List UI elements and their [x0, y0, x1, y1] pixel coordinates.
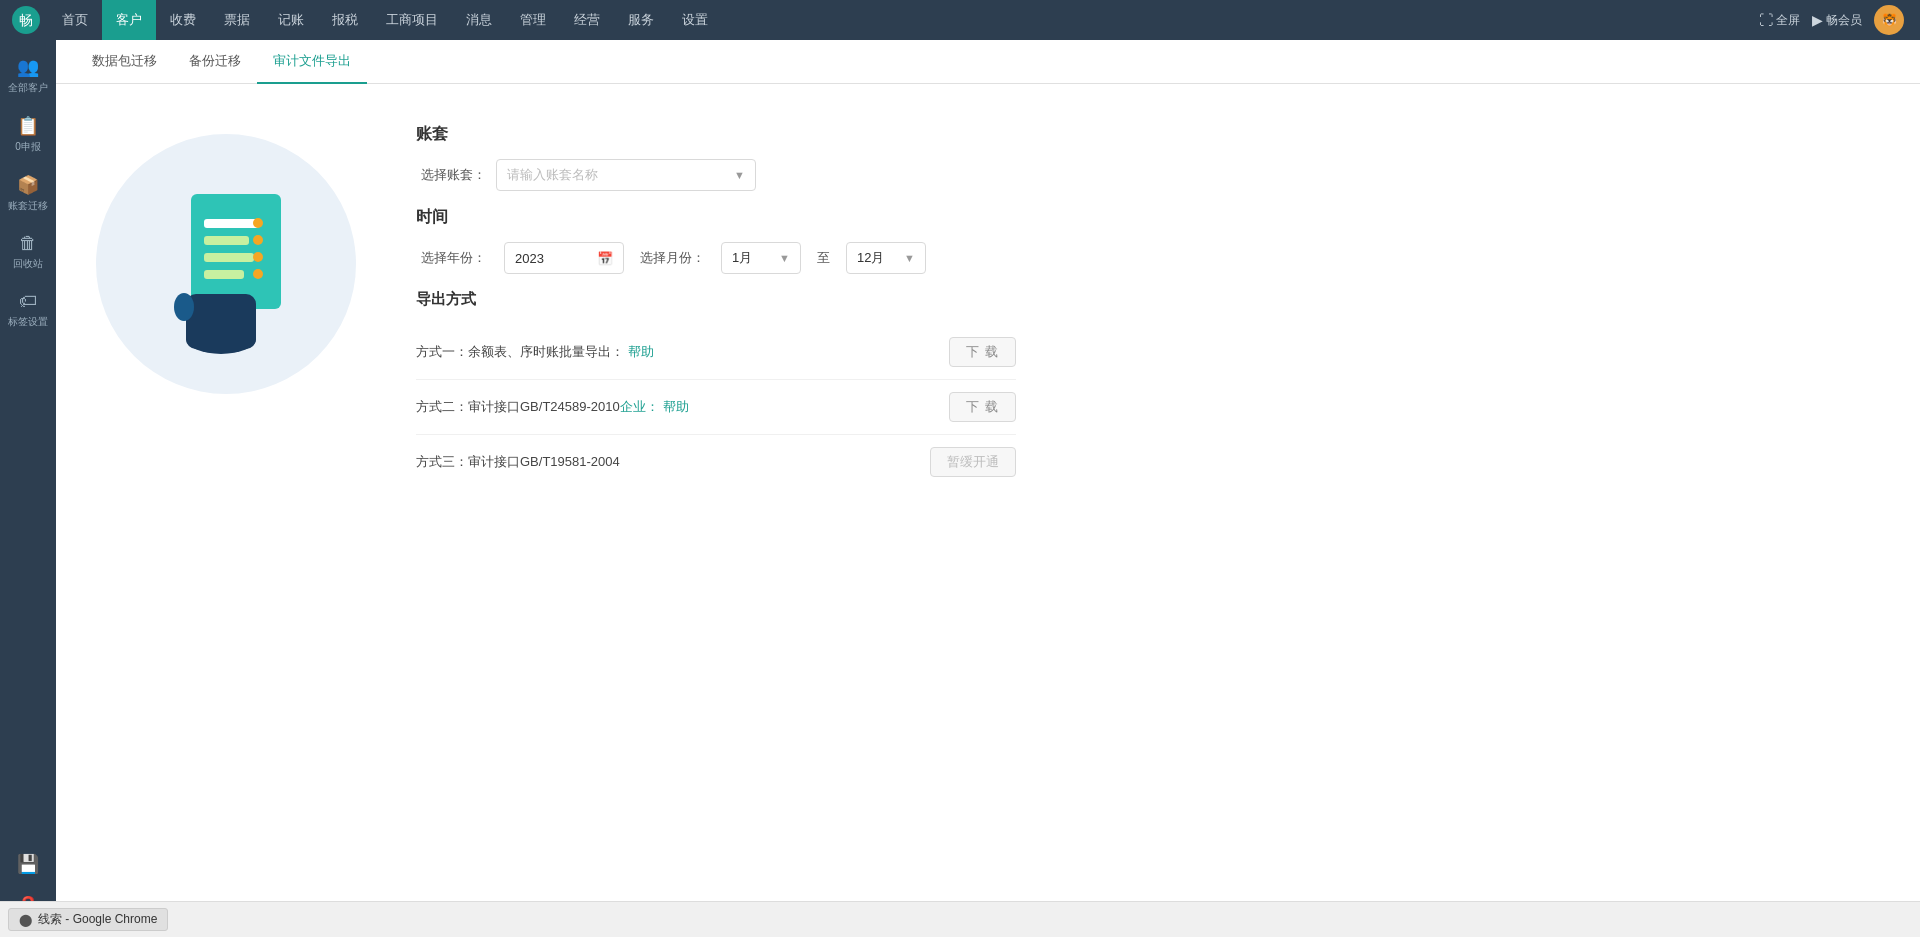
account-select-chevron: ▼	[734, 169, 745, 181]
help-link-1[interactable]: 帮助	[628, 344, 654, 359]
svg-point-8	[253, 235, 263, 245]
svg-rect-5	[204, 253, 254, 262]
section-time-title: 时间	[416, 207, 1016, 228]
nav-fee[interactable]: 收费	[156, 0, 210, 40]
svg-rect-2	[191, 194, 281, 309]
download-button-2[interactable]: 下 载	[949, 392, 1016, 422]
section-export-title: 导出方式	[416, 290, 1016, 309]
taskbar-item-label: 线索 - Google Chrome	[38, 911, 157, 928]
nav-operation[interactable]: 经营	[560, 0, 614, 40]
export-method-1: 方式一：余额表、序时账批量导出：帮助 下 载	[416, 325, 1016, 380]
svg-point-13	[174, 293, 194, 321]
tab-bar: 数据包迁移 备份迁移 审计文件导出	[56, 40, 1920, 84]
illustration-circle	[96, 134, 356, 394]
tab-data-migration[interactable]: 数据包迁移	[76, 40, 173, 84]
export-method-2-text: 方式二：审计接口GB/T24589-2010企业：帮助	[416, 398, 689, 416]
svg-point-10	[253, 269, 263, 279]
account-row: 选择账套： 请输入账套名称 ▼	[416, 159, 1016, 191]
sidebar: 👥 全部客户 📋 0申报 📦 账套迁移 🗑 回收站 🏷 标签设置 💾 ❓	[0, 40, 56, 937]
declare-icon: 📋	[17, 115, 39, 137]
tab-backup-migration[interactable]: 备份迁移	[173, 40, 257, 84]
svg-text:畅: 畅	[19, 13, 33, 28]
month-start-chevron: ▼	[779, 252, 790, 264]
coming-soon-button-3: 暂缓开通	[930, 447, 1016, 477]
sidebar-item-tag-settings[interactable]: 🏷 标签设置	[0, 283, 56, 337]
taskbar: ⬤ 线索 - Google Chrome	[0, 901, 1920, 937]
nav-tax[interactable]: 报税	[318, 0, 372, 40]
sidebar-item-all-customers[interactable]: 👥 全部客户	[0, 48, 56, 103]
recycle-icon: 🗑	[19, 233, 37, 254]
chrome-icon: ⬤	[19, 913, 32, 927]
month-end-value: 12月	[857, 249, 884, 267]
top-navigation: 畅 首页 客户 收费 票据 记账 报税 工商项目 消息 管理 经营 服务 设置 …	[0, 0, 1920, 40]
user-avatar[interactable]: 🐯	[1874, 5, 1904, 35]
taskbar-chrome-item[interactable]: ⬤ 线索 - Google Chrome	[8, 908, 168, 931]
export-method-2: 方式二：审计接口GB/T24589-2010企业：帮助 下 载	[416, 380, 1016, 435]
main-layout: 👥 全部客户 📋 0申报 📦 账套迁移 🗑 回收站 🏷 标签设置 💾 ❓ 数据包…	[0, 40, 1920, 937]
member-button[interactable]: ▶ 畅会员	[1812, 12, 1862, 29]
content-area: 数据包迁移 备份迁移 审计文件导出	[56, 40, 1920, 937]
account-placeholder: 请输入账套名称	[507, 166, 598, 184]
svg-rect-6	[204, 270, 244, 279]
export-method-3: 方式三：审计接口GB/T19581-2004 暂缓开通	[416, 435, 1016, 489]
time-separator: 至	[817, 249, 830, 267]
calendar-icon: 📅	[597, 251, 613, 266]
tag-icon: 🏷	[19, 291, 37, 312]
sidebar-download-icon[interactable]: 💾	[0, 845, 56, 883]
nav-service[interactable]: 服务	[614, 0, 668, 40]
illustration-svg	[136, 164, 316, 364]
month-end-select[interactable]: 12月 ▼	[846, 242, 926, 274]
year-input[interactable]: 2023 📅	[504, 242, 624, 274]
year-label: 选择年份：	[416, 249, 486, 267]
month-label: 选择月份：	[640, 249, 705, 267]
fullscreen-button[interactable]: ⛶ 全屏	[1759, 12, 1800, 29]
svg-rect-4	[204, 236, 249, 245]
illustration-area	[96, 114, 356, 907]
svg-point-7	[253, 218, 263, 228]
help-link-2[interactable]: 帮助	[663, 399, 689, 414]
export-method-3-text: 方式三：审计接口GB/T19581-2004	[416, 453, 620, 471]
account-label: 选择账套：	[416, 166, 486, 184]
nav-manage[interactable]: 管理	[506, 0, 560, 40]
migration-icon: 📦	[17, 174, 39, 196]
top-nav-right: ⛶ 全屏 ▶ 畅会员 🐯	[1759, 5, 1920, 35]
month-start-select[interactable]: 1月 ▼	[721, 242, 801, 274]
tab-audit-export[interactable]: 审计文件导出	[257, 40, 367, 84]
svg-point-9	[253, 252, 263, 262]
customers-icon: 👥	[17, 56, 39, 78]
company-link-2[interactable]: 企业：	[620, 399, 659, 414]
sidebar-item-account-migration[interactable]: 📦 账套迁移	[0, 166, 56, 221]
account-select[interactable]: 请输入账套名称 ▼	[496, 159, 756, 191]
nav-invoice[interactable]: 票据	[210, 0, 264, 40]
download-button-1[interactable]: 下 载	[949, 337, 1016, 367]
nav-customer[interactable]: 客户	[102, 0, 156, 40]
year-value: 2023	[515, 251, 544, 266]
nav-business[interactable]: 工商项目	[372, 0, 452, 40]
page-content: 账套 选择账套： 请输入账套名称 ▼ 时间 选择年份： 2023 📅	[56, 84, 1920, 937]
sidebar-item-zero-declare[interactable]: 📋 0申报	[0, 107, 56, 162]
nav-menu: 首页 客户 收费 票据 记账 报税 工商项目 消息 管理 经营 服务 设置	[48, 0, 1759, 40]
svg-rect-12	[186, 294, 256, 349]
month-end-chevron: ▼	[904, 252, 915, 264]
time-row: 选择年份： 2023 📅 选择月份： 1月 ▼ 至 12月 ▼	[416, 242, 1016, 274]
svg-rect-3	[204, 219, 259, 228]
nav-settings[interactable]: 设置	[668, 0, 722, 40]
month-start-value: 1月	[732, 249, 752, 267]
sidebar-item-recycle[interactable]: 🗑 回收站	[0, 225, 56, 279]
nav-bookkeeping[interactable]: 记账	[264, 0, 318, 40]
export-method-1-text: 方式一：余额表、序时账批量导出：帮助	[416, 343, 654, 361]
nav-home[interactable]: 首页	[48, 0, 102, 40]
section-account-title: 账套	[416, 124, 1016, 145]
nav-message[interactable]: 消息	[452, 0, 506, 40]
app-logo[interactable]: 畅	[8, 2, 44, 38]
form-area: 账套 选择账套： 请输入账套名称 ▼ 时间 选择年份： 2023 📅	[416, 114, 1016, 907]
